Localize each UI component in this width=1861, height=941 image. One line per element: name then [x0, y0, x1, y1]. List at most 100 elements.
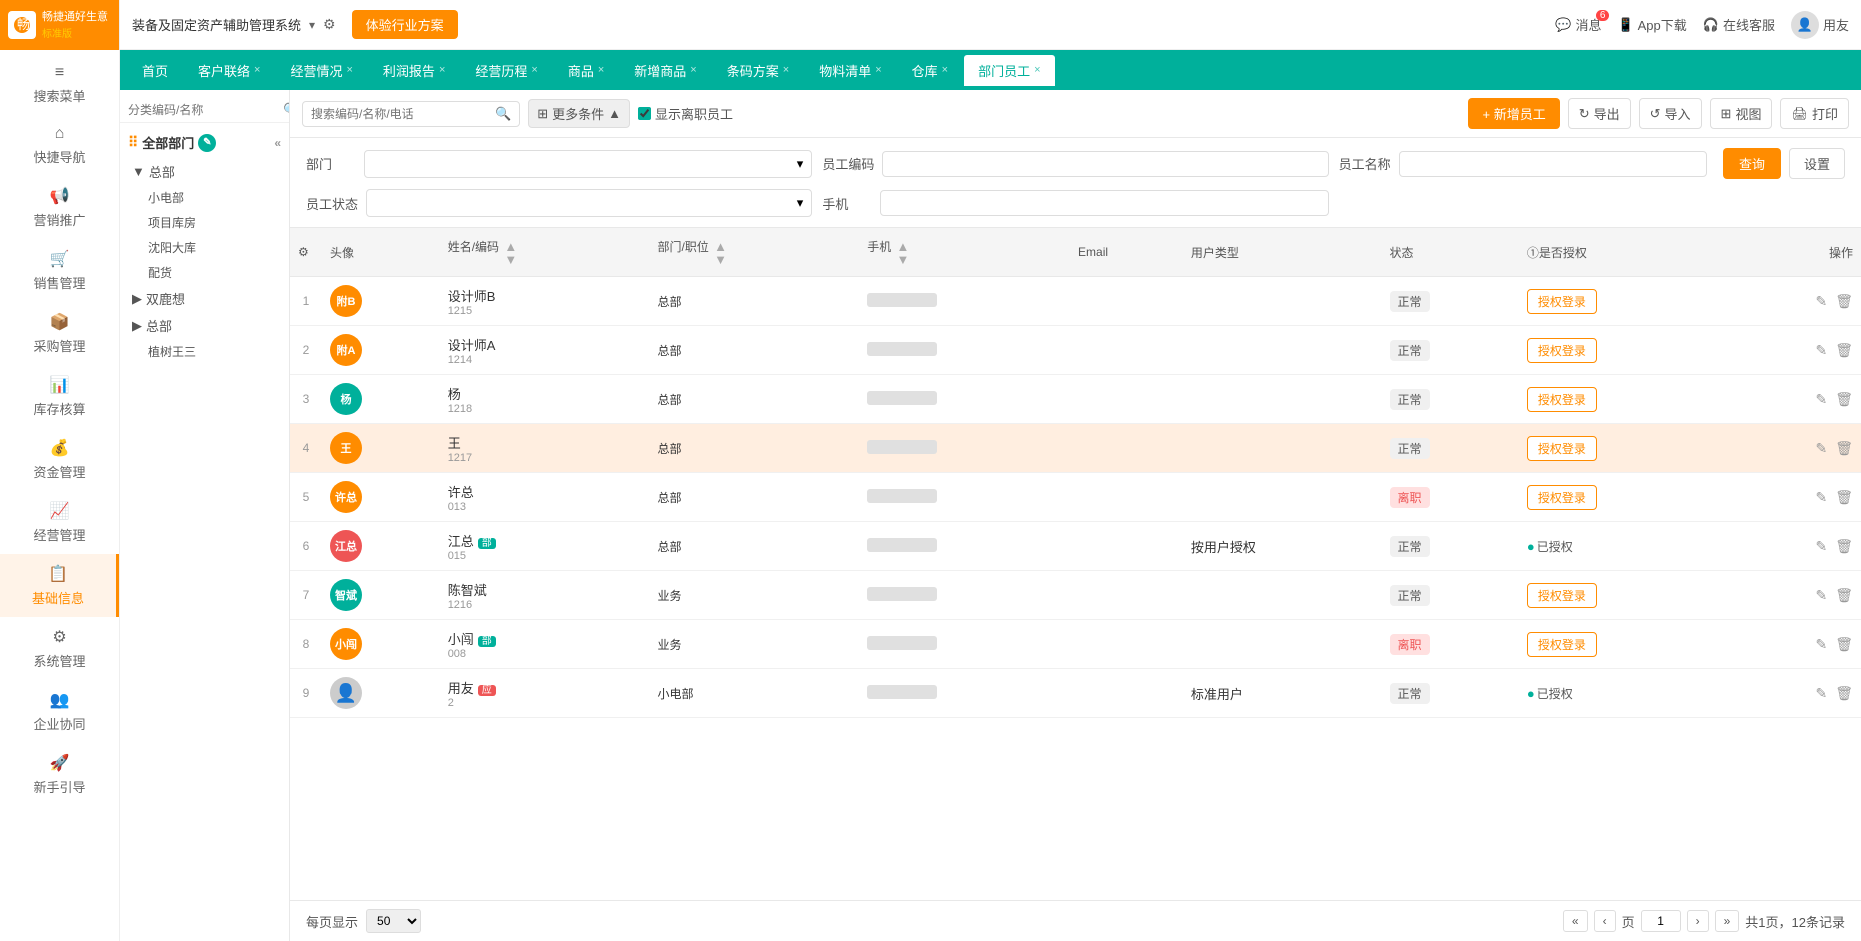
delete-icon[interactable]: 🗑	[1835, 293, 1853, 310]
tab-home[interactable]: 首页	[128, 55, 182, 86]
filter-empstatus-select[interactable]: ▾	[366, 189, 812, 217]
filter-phone-input[interactable]	[880, 190, 1328, 216]
setting-btn[interactable]: 设置	[1789, 148, 1845, 179]
edit-icon[interactable]: ✎	[1815, 587, 1827, 604]
dept-section-shuanglu[interactable]: ▶ 双鹿想	[124, 285, 285, 312]
edit-icon[interactable]: ✎	[1815, 440, 1827, 457]
sidebar-item-operations[interactable]: 📈 经营管理	[0, 491, 119, 554]
page-input[interactable]	[1641, 910, 1681, 932]
edit-icon[interactable]: ✎	[1815, 538, 1827, 555]
tab-bizstatus[interactable]: 经营情况 ×	[276, 55, 366, 86]
sidebar-item-collab[interactable]: 👥 企业协同	[0, 680, 119, 743]
more-filter-btn[interactable]: ⊞ 更多条件 ▲	[528, 99, 630, 128]
last-page-btn[interactable]: »	[1715, 910, 1740, 932]
filter-dept-select[interactable]: ▾	[364, 150, 812, 178]
auth-btn[interactable]: 授权登录	[1527, 632, 1597, 657]
tab-goods-close[interactable]: ×	[598, 64, 604, 76]
query-btn[interactable]: 查询	[1723, 148, 1781, 179]
delete-icon[interactable]: 🗑	[1835, 489, 1853, 506]
sidebar-item-purchase[interactable]: 📦 采购管理	[0, 302, 119, 365]
tab-warehouse-close[interactable]: ×	[942, 64, 948, 76]
tab-barcode[interactable]: 条码方案 ×	[713, 55, 803, 86]
topbar-msg[interactable]: 💬 消息 6	[1555, 15, 1601, 34]
topbar-user[interactable]: 👤 用友	[1791, 11, 1849, 39]
auth-btn[interactable]: 授权登录	[1527, 387, 1597, 412]
sidebar-item-system[interactable]: ⚙ 系统管理	[0, 617, 119, 680]
delete-icon[interactable]: 🗑	[1835, 685, 1853, 702]
edit-icon[interactable]: ✎	[1815, 293, 1827, 310]
auth-btn[interactable]: 授权登录	[1527, 436, 1597, 461]
dept-section-zongbu[interactable]: ▼ 总部	[124, 158, 285, 185]
tab-goods[interactable]: 商品 ×	[554, 55, 618, 86]
tab-bom-close[interactable]: ×	[875, 64, 881, 76]
filter-empcode-input[interactable]	[882, 151, 1328, 177]
add-employee-btn[interactable]: + 新增员工	[1468, 98, 1559, 129]
tab-employee-close[interactable]: ×	[1034, 64, 1040, 76]
delete-icon[interactable]: 🗑	[1835, 636, 1853, 653]
export-btn[interactable]: ↻ 导出	[1568, 98, 1631, 129]
edit-icon[interactable]: ✎	[1815, 342, 1827, 359]
col-settings[interactable]: ⚙	[290, 228, 322, 277]
sidebar-item-marketing[interactable]: 📢 营销推广	[0, 176, 119, 239]
delete-icon[interactable]: 🗑	[1835, 587, 1853, 604]
filter-empname-input[interactable]	[1399, 151, 1707, 177]
topbar-dropdown-icon[interactable]: ▾	[309, 18, 315, 32]
sidebar-item-sales[interactable]: 🛒 销售管理	[0, 239, 119, 302]
tab-bom[interactable]: 物料清单 ×	[805, 55, 895, 86]
dept-child-xiaodibu[interactable]: 小电部	[124, 185, 285, 210]
delete-icon[interactable]: 🗑	[1835, 440, 1853, 457]
next-page-btn[interactable]: ›	[1687, 910, 1709, 932]
sidebar-item-inventory[interactable]: 📊 库存核算	[0, 365, 119, 428]
edit-icon[interactable]: ✎	[1815, 489, 1827, 506]
edit-icon[interactable]: ✎	[1815, 391, 1827, 408]
tab-profit-close[interactable]: ×	[439, 64, 445, 76]
auth-btn[interactable]: 授权登录	[1527, 289, 1597, 314]
tab-bizstatus-close[interactable]: ×	[346, 64, 352, 76]
import-btn[interactable]: ↺ 导入	[1639, 98, 1702, 129]
dept-search-icon[interactable]: 🔍	[283, 102, 290, 118]
dept-child-zhishu[interactable]: 植树王三	[124, 339, 285, 364]
trial-btn[interactable]: 体验行业方案	[352, 10, 458, 39]
tab-new-goods-close[interactable]: ×	[690, 64, 696, 76]
col-dept[interactable]: 部门/职位 ▲▼	[649, 228, 859, 277]
col-name[interactable]: 姓名/编码 ▲▼	[440, 228, 650, 277]
dept-edit-btn[interactable]: ✎	[198, 134, 216, 152]
dept-collapse-btn[interactable]: «	[274, 136, 281, 150]
tab-warehouse[interactable]: 仓库 ×	[898, 55, 962, 86]
tab-history-close[interactable]: ×	[531, 64, 537, 76]
dept-child-xiangmuku[interactable]: 项目库房	[124, 210, 285, 235]
first-page-btn[interactable]: «	[1563, 910, 1588, 932]
sidebar-item-guide[interactable]: 🚀 新手引导	[0, 743, 119, 806]
topbar-app[interactable]: 📱 App下载	[1617, 15, 1686, 34]
per-page-select[interactable]: 50 100 200	[366, 909, 421, 933]
prev-page-btn[interactable]: ‹	[1594, 910, 1616, 932]
tab-employee[interactable]: 部门员工 ×	[964, 55, 1054, 86]
topbar-gear-icon[interactable]: ⚙	[323, 16, 336, 33]
view-btn[interactable]: ⊞ 视图	[1710, 98, 1773, 129]
edit-icon[interactable]: ✎	[1815, 636, 1827, 653]
auth-btn[interactable]: 授权登录	[1527, 485, 1597, 510]
auth-btn[interactable]: 授权登录	[1527, 583, 1597, 608]
sidebar-item-search[interactable]: ≡ 搜索菜单	[0, 54, 119, 115]
delete-icon[interactable]: 🗑	[1835, 342, 1853, 359]
tab-new-goods[interactable]: 新增商品 ×	[620, 55, 710, 86]
show-resigned-label[interactable]: 显示离职员工	[638, 104, 733, 123]
edit-icon[interactable]: ✎	[1815, 685, 1827, 702]
print-btn[interactable]: 🖨 打印	[1780, 98, 1849, 129]
dept-section-zongbu2[interactable]: ▶ 总部	[124, 312, 285, 339]
dept-all[interactable]: ⠿ 全部部门 ✎ «	[120, 127, 289, 158]
dept-search-input[interactable]	[128, 103, 283, 117]
sidebar-item-base[interactable]: 📋 基础信息	[0, 554, 119, 617]
tab-history[interactable]: 经营历程 ×	[461, 55, 551, 86]
tab-customer-close[interactable]: ×	[254, 64, 260, 76]
sidebar-item-nav[interactable]: ⌂ 快捷导航	[0, 115, 119, 176]
sidebar-item-finance[interactable]: 💰 资金管理	[0, 428, 119, 491]
show-resigned-checkbox[interactable]	[638, 107, 651, 120]
search-input[interactable]	[311, 107, 491, 121]
delete-icon[interactable]: 🗑	[1835, 391, 1853, 408]
delete-icon[interactable]: 🗑	[1835, 538, 1853, 555]
search-icon[interactable]: 🔍	[495, 106, 511, 122]
dept-child-shenyang[interactable]: 沈阳大库	[124, 235, 285, 260]
dept-child-peihuo[interactable]: 配货	[124, 260, 285, 285]
topbar-service[interactable]: 🎧 在线客服	[1703, 15, 1775, 34]
